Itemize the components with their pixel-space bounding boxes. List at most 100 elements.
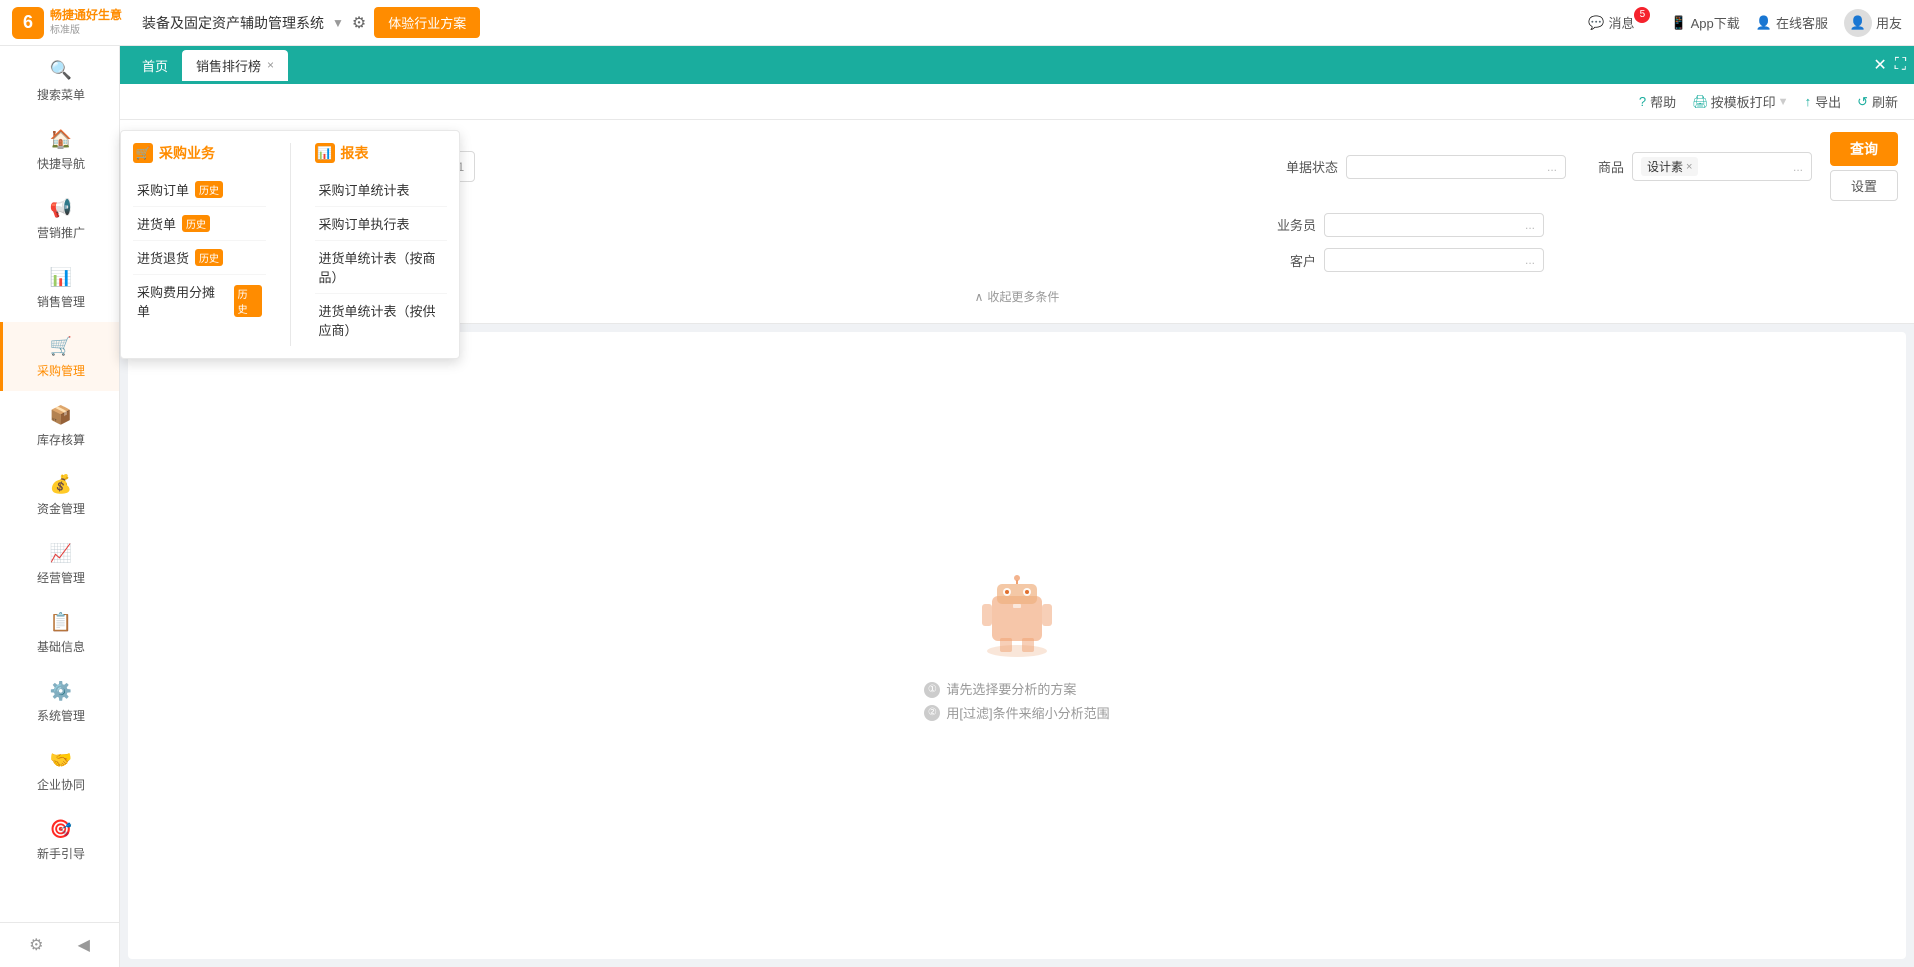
- settings-bottom-icon[interactable]: ⚙: [29, 935, 43, 955]
- user-item[interactable]: 👤 用友: [1844, 9, 1902, 37]
- sidebar: 🔍 搜索菜单 🏠 快捷导航 📢 营销推广 📊 销售管理 🛒 采购管理 📦 库存核…: [0, 46, 120, 967]
- status-label: 单据状态: [1286, 157, 1338, 176]
- menu-item-inbound[interactable]: 进货单 历史: [133, 207, 266, 241]
- sales-icon: 📊: [49, 265, 73, 289]
- base-icon: 📋: [49, 610, 73, 634]
- purchase-icon: 🛒: [49, 334, 73, 358]
- tab-home[interactable]: 首页: [128, 50, 182, 81]
- empty-tips: ① 请先选择要分析的方案 ② 用[过滤]条件来缩小分析范围: [924, 678, 1109, 725]
- sidebar-item-base[interactable]: 📋 基础信息: [0, 598, 119, 667]
- print-button[interactable]: 🖨 按模板打印 ▼: [1692, 92, 1788, 111]
- status-control[interactable]: ...: [1346, 155, 1566, 179]
- print-icon: 🖨: [1692, 94, 1709, 110]
- sidebar-item-guide[interactable]: 🎯 新手引导: [0, 805, 119, 874]
- query-button[interactable]: 查询: [1830, 132, 1898, 166]
- step2-num: ②: [924, 705, 940, 721]
- sidebar-item-quick[interactable]: 🏠 快捷导航: [0, 115, 119, 184]
- purchase-section-icon: 🛒: [133, 143, 153, 163]
- menu-item-report-1[interactable]: 采购订单统计表: [315, 173, 448, 207]
- customer-control[interactable]: ...: [1324, 248, 1544, 272]
- page-toolbar: ? 帮助 🖨 按模板打印 ▼ ↑ 导出 ↺ 刷新: [120, 84, 1914, 120]
- sidebar-item-system[interactable]: ⚙️ 系统管理: [0, 667, 119, 736]
- sidebar-item-marketing[interactable]: 📢 营销推广: [0, 184, 119, 253]
- home-icon: 🏠: [49, 127, 73, 151]
- operation-icon: 📈: [49, 541, 73, 565]
- menu-item-report-2[interactable]: 采购订单执行表: [315, 207, 448, 241]
- finance-icon: 💰: [49, 472, 73, 496]
- sidebar-item-sales[interactable]: 📊 销售管理: [0, 253, 119, 322]
- customer-dots: ...: [1525, 253, 1535, 267]
- goods-label: 商品: [1598, 157, 1624, 176]
- system-title: 装备及固定资产辅助管理系统: [142, 13, 324, 33]
- trial-button[interactable]: 体验行业方案: [374, 7, 480, 38]
- tab-bar-right: ✕ ⛶: [1873, 55, 1906, 75]
- section2-title: 📊 报表: [315, 143, 448, 163]
- data-area: ① 请先选择要分析的方案 ② 用[过滤]条件来缩小分析范围: [128, 332, 1906, 959]
- menu-item-cost[interactable]: 采购费用分摊单 历史: [133, 275, 266, 327]
- online-service-item[interactable]: 👤 在线客服: [1756, 13, 1828, 32]
- status-dots: ...: [1547, 160, 1557, 174]
- menu-item-return[interactable]: 进货退货 历史: [133, 241, 266, 275]
- purchase-dropdown-menu: 🛒 采购业务 采购订单 历史 进货单 历史 进货退货 历史: [120, 130, 460, 359]
- system-icon: ⚙️: [49, 679, 73, 703]
- step1-num: ①: [924, 682, 940, 698]
- goods-tag-close[interactable]: ×: [1686, 161, 1692, 173]
- message-badge: 5: [1634, 7, 1650, 23]
- inventory-icon: 📦: [49, 403, 73, 427]
- sidebar-item-purchase[interactable]: 🛒 采购管理: [0, 322, 119, 391]
- menu-item-report-4[interactable]: 进货单统计表（按供应商）: [315, 294, 448, 346]
- filter-status: 单据状态 ...: [1286, 155, 1566, 179]
- gear-icon[interactable]: ⚙: [352, 13, 366, 33]
- filter-goods: 商品 设计素 × ...: [1598, 152, 1798, 181]
- staff-control[interactable]: ...: [1324, 213, 1544, 237]
- filter-staff: 业务员 ...: [1277, 213, 1544, 237]
- logo-area: 6 畅捷通好生意 标准版: [12, 7, 132, 39]
- menu-section-report: 📊 报表 采购订单统计表 采购订单执行表 进货单统计表（按商品） 进货单统计表（…: [315, 143, 448, 346]
- refresh-icon: ↺: [1857, 94, 1868, 110]
- tab-close-icon[interactable]: ×: [267, 58, 274, 72]
- sidebar-item-operation[interactable]: 📈 经营管理: [0, 529, 119, 598]
- sidebar-item-cooperation[interactable]: 🤝 企业协同: [0, 736, 119, 805]
- menu-section-purchase: 🛒 采购业务 采购订单 历史 进货单 历史 进货退货 历史: [133, 143, 266, 346]
- collapse-up-icon: ∧: [975, 290, 984, 304]
- logo-icon: 6: [12, 7, 44, 39]
- filter-customer: 客户 ...: [1290, 248, 1544, 272]
- history-badge-2: 历史: [195, 249, 223, 266]
- tip-step1: ① 请先选择要分析的方案: [924, 678, 1109, 701]
- sidebar-item-inventory[interactable]: 📦 库存核算: [0, 391, 119, 460]
- empty-state: ① 请先选择要分析的方案 ② 用[过滤]条件来缩小分析范围: [924, 566, 1109, 725]
- goods-control[interactable]: 设计素 × ...: [1632, 152, 1812, 181]
- print-dropdown-icon[interactable]: ▼: [1778, 96, 1789, 108]
- menu-item-report-3[interactable]: 进货单统计表（按商品）: [315, 241, 448, 294]
- sidebar-item-search[interactable]: 🔍 搜索菜单: [0, 46, 119, 115]
- export-button[interactable]: ↑ 导出: [1805, 92, 1842, 111]
- message-item[interactable]: 💬 消息 5: [1588, 13, 1654, 32]
- goods-tag: 设计素 ×: [1641, 157, 1698, 176]
- menu-item-purchase-order[interactable]: 采购订单 历史: [133, 173, 266, 207]
- app-download-item[interactable]: 📱 App下载: [1670, 13, 1739, 32]
- section1-title: 🛒 采购业务: [133, 143, 266, 163]
- set-button[interactable]: 设置: [1830, 170, 1898, 201]
- history-badge-1: 历史: [182, 215, 210, 232]
- staff-label: 业务员: [1277, 215, 1316, 234]
- tab-sales-rank[interactable]: 销售排行榜 ×: [182, 50, 288, 81]
- close-window-icon[interactable]: ✕: [1873, 55, 1886, 75]
- main-layout: 🔍 搜索菜单 🏠 快捷导航 📢 营销推广 📊 销售管理 🛒 采购管理 📦 库存核…: [0, 46, 1914, 967]
- history-badge-3: 历史: [234, 285, 262, 317]
- goods-dots[interactable]: ...: [1793, 160, 1803, 174]
- help-button[interactable]: ? 帮助: [1639, 92, 1676, 111]
- search-icon: 🔍: [49, 58, 73, 82]
- collapse-sidebar-icon[interactable]: ◀: [78, 935, 90, 955]
- sidebar-bottom: ⚙ ◀: [0, 922, 119, 967]
- empty-illustration: [967, 566, 1067, 666]
- report-section-icon: 📊: [315, 143, 335, 163]
- sidebar-item-finance[interactable]: 💰 资金管理: [0, 460, 119, 529]
- maximize-icon[interactable]: ⛶: [1895, 56, 1906, 74]
- refresh-button[interactable]: ↺ 刷新: [1857, 92, 1898, 111]
- cooperation-icon: 🤝: [49, 748, 73, 772]
- content-area: 首页 销售排行榜 × ✕ ⛶ ? 帮助 🖨 按模板打印: [120, 46, 1914, 967]
- avatar-icon: 👤: [1844, 9, 1872, 37]
- history-badge-0: 历史: [195, 181, 223, 198]
- message-icon: 💬: [1588, 15, 1604, 31]
- dropdown-arrow-icon[interactable]: ▼: [332, 16, 344, 30]
